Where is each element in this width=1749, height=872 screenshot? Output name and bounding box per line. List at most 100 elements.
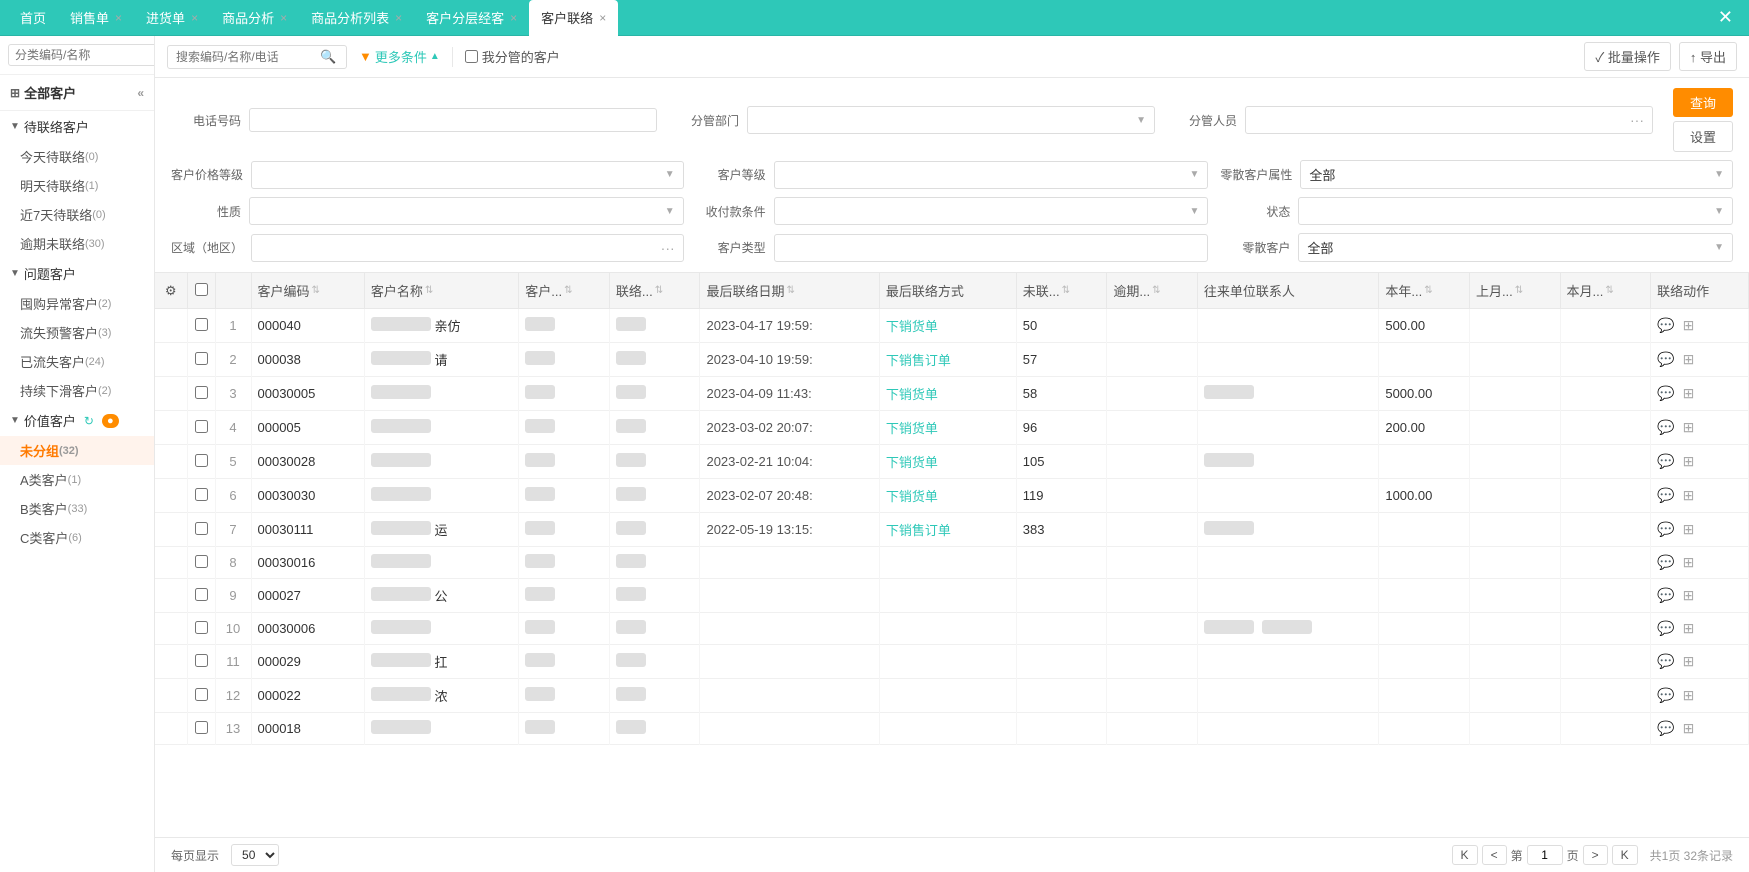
contact-action-icon-5[interactable]: 💬 [1657, 487, 1674, 504]
row-last-method-11[interactable] [879, 679, 1016, 713]
more-action-icon-12[interactable]: ⊞ [1683, 720, 1695, 737]
my-customer-checkbox[interactable] [465, 50, 478, 63]
contact-action-icon-11[interactable]: 💬 [1657, 687, 1674, 704]
row-last-method-10[interactable] [879, 645, 1016, 679]
more-action-icon-0[interactable]: ⊞ [1683, 317, 1695, 334]
row-last-method-8[interactable] [879, 579, 1016, 613]
last-month-header[interactable]: 上月... ⇅ [1469, 273, 1560, 309]
code-header[interactable]: 客户编码 ⇅ [251, 273, 364, 309]
more-action-icon-6[interactable]: ⊞ [1683, 521, 1695, 538]
row-last-method-5[interactable]: 下销货单 [879, 479, 1016, 513]
last-page-button[interactable]: K [1612, 845, 1638, 865]
sidebar-item-week[interactable]: 近7天待联络 (0) [0, 200, 154, 229]
row-last-method-2[interactable]: 下销货单 [879, 377, 1016, 411]
refresh-icon[interactable]: ↻ [84, 414, 94, 428]
contact-action-icon-8[interactable]: 💬 [1657, 587, 1674, 604]
row-select-12[interactable] [195, 721, 208, 734]
contact-action-icon-0[interactable]: 💬 [1657, 317, 1674, 334]
name-header[interactable]: 客户名称 ⇅ [364, 273, 518, 309]
row-select-5[interactable] [195, 488, 208, 501]
row-select-6[interactable] [195, 522, 208, 535]
last-date-sort-icon[interactable]: ⇅ [786, 285, 794, 296]
contact-action-icon-12[interactable]: 💬 [1657, 720, 1674, 737]
contact-action-icon-3[interactable]: 💬 [1657, 419, 1674, 436]
more-action-icon-5[interactable]: ⊞ [1683, 487, 1695, 504]
retail-attr-select[interactable]: 全部 ▼ [1300, 160, 1733, 189]
tab-analysis[interactable]: 商品分析 × [210, 0, 299, 36]
sidebar-item-c-class[interactable]: C类客户 (6) [0, 523, 154, 552]
row-select-2[interactable] [195, 386, 208, 399]
row-code-8[interactable]: 000027 [251, 579, 364, 613]
row-name-4[interactable] [364, 445, 518, 479]
row-checkbox-6[interactable] [187, 513, 215, 547]
filter-search-icon[interactable]: 🔍 [320, 49, 336, 65]
page-size-select[interactable]: 50 [231, 844, 279, 866]
overdue-header[interactable]: 逾期... ⇅ [1107, 273, 1198, 309]
last-method-header[interactable]: 最后联络方式 [879, 273, 1016, 309]
nature-select[interactable]: ▼ [249, 197, 684, 225]
sidebar-search-input[interactable] [8, 44, 155, 66]
row-last-method-7[interactable] [879, 547, 1016, 579]
row-code-10[interactable]: 000029 [251, 645, 364, 679]
row-code-11[interactable]: 000022 [251, 679, 364, 713]
prev-page-button[interactable]: < [1482, 845, 1507, 865]
last-method-link-2[interactable]: 下销货单 [886, 387, 938, 402]
status-select[interactable]: ▼ [1298, 197, 1733, 225]
uncontacted-header[interactable]: 未联... ⇅ [1016, 273, 1107, 309]
contact-action-icon-9[interactable]: 💬 [1657, 620, 1674, 637]
payment-select[interactable]: ▼ [774, 197, 1209, 225]
row-name-12[interactable] [364, 713, 518, 745]
row-checkbox-11[interactable] [187, 679, 215, 713]
close-analysis-tab[interactable]: × [280, 11, 287, 25]
row-select-4[interactable] [195, 454, 208, 467]
last-method-link-1[interactable]: 下销售订单 [886, 353, 951, 368]
sidebar-item-churn-risk[interactable]: 流失预警客户 (3) [0, 318, 154, 347]
more-action-icon-1[interactable]: ⊞ [1683, 351, 1695, 368]
last-method-link-6[interactable]: 下销售订单 [886, 523, 951, 538]
dept-select[interactable]: ▼ [747, 106, 1155, 134]
reset-button[interactable]: 设置 [1673, 121, 1733, 152]
row-name-6[interactable]: 运 [364, 513, 518, 547]
unit-contact-header[interactable]: 往来单位联系人 [1197, 273, 1378, 309]
uncontacted-sort-icon[interactable]: ⇅ [1062, 285, 1070, 296]
contact-action-icon-10[interactable]: 💬 [1657, 653, 1674, 670]
row-code-2[interactable]: 00030005 [251, 377, 364, 411]
tab-home[interactable]: 首页 [8, 0, 58, 36]
row-name-2[interactable] [364, 377, 518, 411]
row-checkbox-5[interactable] [187, 479, 215, 513]
row-name-11[interactable]: 浓 [364, 679, 518, 713]
row-checkbox-1[interactable] [187, 343, 215, 377]
contact-action-icon-2[interactable]: 💬 [1657, 385, 1674, 402]
row-checkbox-4[interactable] [187, 445, 215, 479]
row-select-8[interactable] [195, 588, 208, 601]
more-action-icon-3[interactable]: ⊞ [1683, 419, 1695, 436]
sidebar-item-overdue[interactable]: 逾期未联络 (30) [0, 229, 154, 258]
area-dots-icon[interactable]: ··· [661, 240, 675, 256]
row-checkbox-2[interactable] [187, 377, 215, 411]
more-action-icon-11[interactable]: ⊞ [1683, 687, 1695, 704]
row-name-9[interactable] [364, 613, 518, 645]
row-checkbox-0[interactable] [187, 309, 215, 343]
row-last-method-4[interactable]: 下销货单 [879, 445, 1016, 479]
row-select-0[interactable] [195, 318, 208, 331]
row-code-5[interactable]: 00030030 [251, 479, 364, 513]
sidebar-item-b-class[interactable]: B类客户 (33) [0, 494, 154, 523]
app-close-button[interactable]: ✕ [1710, 7, 1741, 28]
last-method-link-5[interactable]: 下销货单 [886, 489, 938, 504]
this-year-header[interactable]: 本年... ⇅ [1379, 273, 1470, 309]
tab-customer-segment[interactable]: 客户分层经客 × [414, 0, 529, 36]
row-code-9[interactable]: 00030006 [251, 613, 364, 645]
retail-customer-select[interactable]: 全部 ▼ [1298, 233, 1733, 262]
row-name-8[interactable]: 公 [364, 579, 518, 613]
sidebar-item-today[interactable]: 今天待联络 (0) [0, 142, 154, 171]
close-analysis-list-tab[interactable]: × [395, 11, 402, 25]
row-checkbox-7[interactable] [187, 547, 215, 579]
checkbox-header[interactable] [187, 273, 215, 309]
contact-sort-icon[interactable]: ⇅ [655, 285, 663, 296]
sidebar-item-unclassified[interactable]: 未分组 (32) [0, 436, 154, 465]
row-select-3[interactable] [195, 420, 208, 433]
row-select-1[interactable] [195, 352, 208, 365]
phone-input[interactable] [249, 108, 657, 132]
row-last-method-1[interactable]: 下销售订单 [879, 343, 1016, 377]
next-page-button[interactable]: > [1583, 845, 1608, 865]
